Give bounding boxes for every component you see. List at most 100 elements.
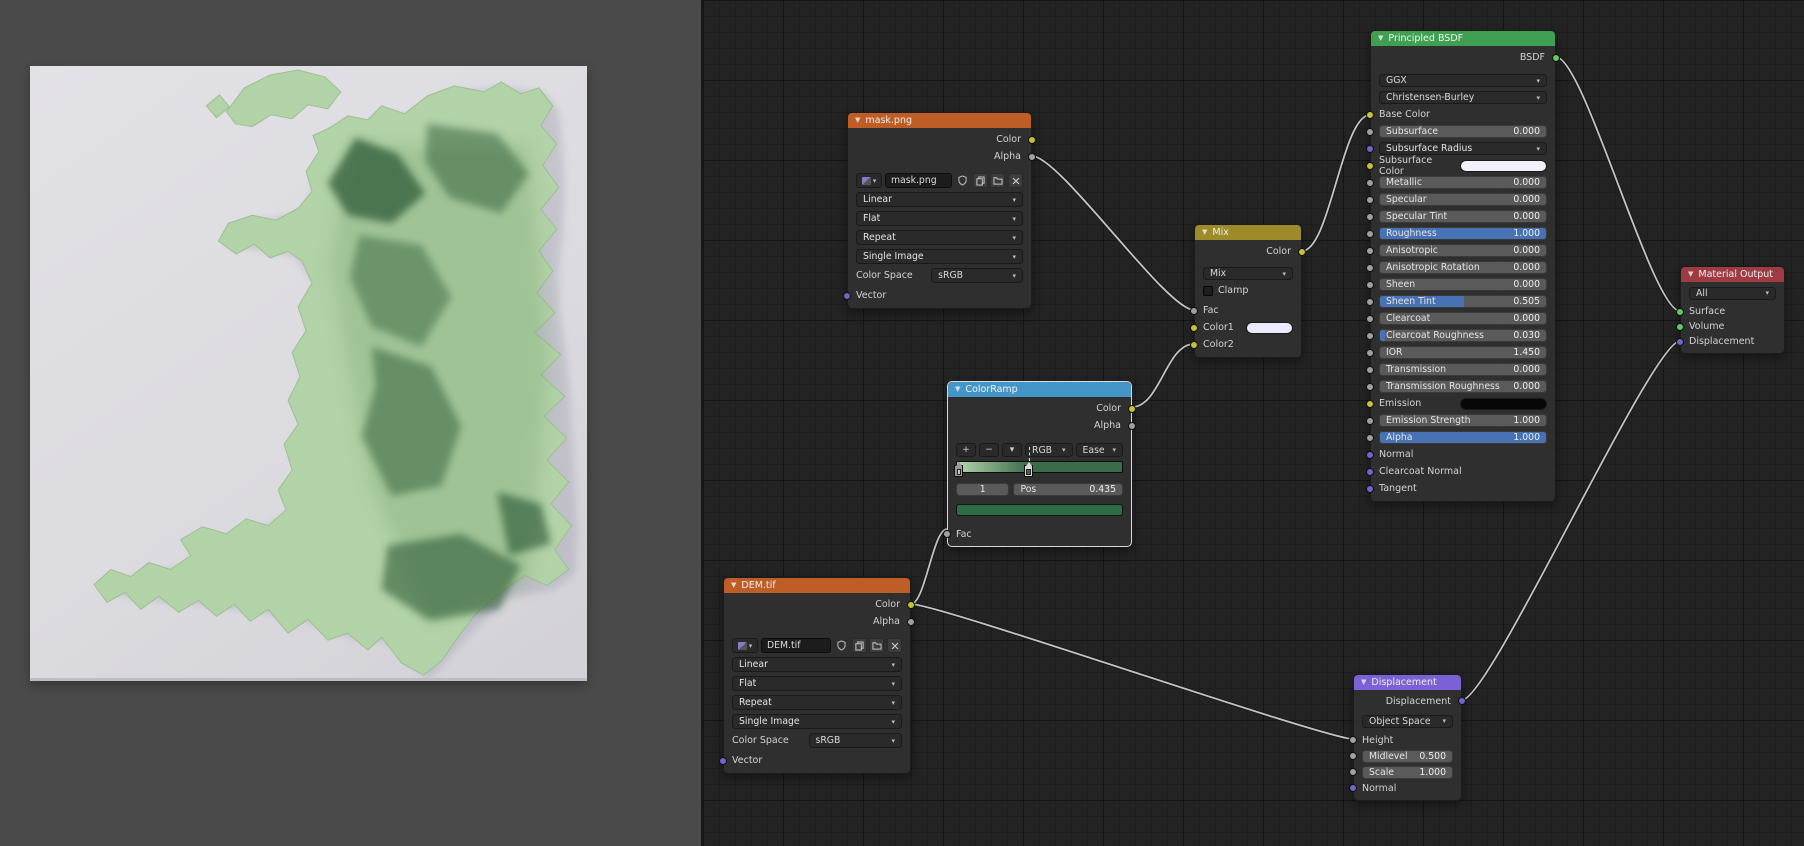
input-socket[interactable] [1366, 212, 1374, 221]
bsdf-param-row[interactable]: Clearcoat Normal Clearcoat Normal▾ [1366, 463, 1547, 480]
input-socket[interactable] [1366, 110, 1374, 119]
texture-setting-dropdown[interactable]: Linear Linear▾ [732, 655, 902, 674]
output-socket-color[interactable] [1298, 247, 1306, 256]
bsdf-param-row[interactable]: Anisotropic Anisotropic0.000▾ [1366, 242, 1547, 259]
output-socket-alpha[interactable] [907, 617, 915, 626]
output-input-row[interactable]: Surface Surface▾ [1676, 304, 1776, 319]
bsdf-param-row[interactable]: Metallic Metallic0.000▾ [1366, 174, 1547, 191]
output-socket-bsdf[interactable] [1552, 53, 1560, 62]
input-socket[interactable] [1366, 416, 1374, 425]
fake-user-shield-icon[interactable] [955, 173, 970, 188]
color-swatch[interactable] [1459, 397, 1547, 410]
input-socket[interactable] [1366, 433, 1374, 442]
input-socket[interactable] [1349, 768, 1357, 776]
output-target-dropdown[interactable]: All ▾ [1689, 286, 1776, 300]
texture-setting-dropdown[interactable]: Repeat Repeat▾ [732, 693, 902, 712]
render-preview-panel[interactable] [0, 0, 703, 846]
mix-input-row[interactable]: Fac Fac▾ [1190, 302, 1293, 319]
node-colorramp[interactable]: ▼ ColorRamp Color Alpha + − ▾ RGB ▾ Ease ▾ [943, 381, 1136, 547]
input-socket[interactable] [1349, 784, 1357, 792]
output-socket-color[interactable] [1128, 404, 1136, 413]
collapse-icon[interactable]: ▼ [1378, 35, 1383, 42]
node-material-output[interactable]: ▼ Material Output All▾ Surface Surface▾ [1676, 266, 1785, 354]
bsdf-param-row[interactable]: Base Color Base Color▾ [1366, 106, 1547, 123]
bsdf-param-row[interactable]: Transmission Transmission0.000▾ [1366, 361, 1547, 378]
output-input-row[interactable]: Displacement Displacement▾ [1676, 334, 1776, 349]
distribution-dropdown[interactable]: GGX ▾ [1379, 74, 1547, 87]
collapse-icon[interactable]: ▼ [855, 117, 860, 124]
bsdf-param-row[interactable]: Sheen Sheen0.000▾ [1366, 276, 1547, 293]
displacement-param-row[interactable]: Midlevel Midlevel0.500▾ [1349, 748, 1453, 764]
input-socket[interactable] [1366, 229, 1374, 238]
node-image-texture-dem[interactable]: ▼ DEM.tif Color Alpha ▾ DEM.tif Linear ▾… [719, 577, 915, 774]
interpolation-dropdown[interactable]: Ease ▾ [1075, 443, 1123, 457]
output-socket-displacement[interactable] [1458, 697, 1466, 705]
input-socket[interactable] [1349, 736, 1357, 744]
input-socket[interactable] [1366, 263, 1374, 272]
texture-setting-dropdown[interactable]: Flat Flat▾ [856, 209, 1023, 228]
node-image-texture-mask[interactable]: ▼ mask.png Color Alpha ▾ mask.png Linear… [843, 112, 1036, 309]
open-image-folder-icon[interactable] [990, 173, 1005, 188]
collapse-icon[interactable]: ▼ [1361, 679, 1366, 686]
input-socket[interactable] [1676, 337, 1684, 346]
bsdf-param-row[interactable]: Normal Normal▾ [1366, 446, 1547, 463]
displacement-param-row[interactable]: Scale Scale1.000▾ [1349, 764, 1453, 780]
bsdf-param-row[interactable]: Anisotropic Rotation Anisotropic Rotatio… [1366, 259, 1547, 276]
node-header[interactable]: ▼ Material Output [1681, 267, 1784, 282]
blend-mode-dropdown[interactable]: Mix ▾ [1203, 267, 1293, 280]
remove-stop-button[interactable]: − [979, 443, 999, 457]
ramp-options-button[interactable]: ▾ [1002, 443, 1022, 457]
add-stop-button[interactable]: + [956, 443, 976, 457]
bsdf-param-row[interactable]: Tangent Tangent▾ [1366, 480, 1547, 497]
node-header[interactable]: ▼ ColorRamp [948, 382, 1131, 397]
input-socket[interactable] [1190, 323, 1198, 332]
input-socket[interactable] [1366, 365, 1374, 374]
displacement-param-row[interactable]: Height Height▾ [1349, 732, 1453, 748]
input-socket[interactable] [1366, 484, 1374, 493]
image-browse-button[interactable]: ▾ [856, 173, 882, 188]
node-header[interactable]: ▼ Principled BSDF [1371, 31, 1555, 46]
texture-setting-dropdown[interactable]: Repeat Repeat▾ [856, 228, 1023, 247]
node-header[interactable]: ▼ Displacement [1354, 675, 1461, 690]
collapse-icon[interactable]: ▼ [1202, 229, 1207, 236]
input-socket[interactable] [1366, 195, 1374, 204]
input-socket[interactable] [1366, 467, 1374, 476]
bsdf-param-row[interactable]: Emission Strength Emission Strength1.000… [1366, 412, 1547, 429]
selected-stop-color-swatch[interactable] [956, 504, 1123, 516]
input-socket[interactable] [1190, 306, 1198, 315]
unlink-image-icon[interactable] [887, 638, 902, 653]
bsdf-param-row[interactable]: IOR IOR1.450▾ [1366, 344, 1547, 361]
input-socket[interactable] [1366, 280, 1374, 289]
input-socket-vector[interactable] [843, 291, 851, 300]
output-socket-alpha[interactable] [1028, 152, 1036, 161]
input-socket-fac[interactable] [943, 530, 951, 538]
bsdf-param-row[interactable]: Transmission Roughness Transmission Roug… [1366, 378, 1547, 395]
texture-setting-dropdown[interactable]: Single Image Single Image▾ [856, 247, 1023, 266]
image-browse-button[interactable]: ▾ [732, 638, 758, 653]
collapse-icon[interactable]: ▼ [731, 582, 736, 589]
color-swatch[interactable] [1459, 159, 1547, 172]
input-socket[interactable] [1366, 178, 1374, 187]
input-socket[interactable] [1366, 348, 1374, 357]
mix-input-row[interactable]: Color2 Color2▾ [1190, 336, 1293, 353]
input-socket[interactable] [1366, 297, 1374, 306]
texture-setting-dropdown[interactable]: Single Image Single Image▾ [732, 712, 902, 731]
duplicate-image-icon[interactable] [973, 173, 988, 188]
space-dropdown[interactable]: Object Space ▾ [1362, 714, 1453, 728]
image-name-field[interactable]: DEM.tif [761, 638, 831, 653]
gradient-bar[interactable] [956, 461, 1123, 473]
displacement-param-row[interactable]: Normal Normal▾ [1349, 780, 1453, 796]
stop-position-slider[interactable]: Pos 0.435 [1013, 483, 1123, 496]
node-principled-bsdf[interactable]: ▼ Principled BSDF BSDF GGX ▾ Christensen-… [1366, 30, 1560, 502]
input-socket[interactable] [1366, 450, 1374, 459]
bsdf-param-row[interactable]: Sheen Tint Sheen Tint0.505▾ [1366, 293, 1547, 310]
bsdf-param-row[interactable]: Clearcoat Roughness Clearcoat Roughness0… [1366, 327, 1547, 344]
open-image-folder-icon[interactable] [869, 638, 884, 653]
bsdf-param-row[interactable]: Roughness Roughness1.000▾ [1366, 225, 1547, 242]
shader-node-editor[interactable]: ▼ mask.png Color Alpha ▾ mask.png Linear… [703, 0, 1804, 846]
fake-user-shield-icon[interactable] [834, 638, 849, 653]
input-socket[interactable] [1190, 340, 1198, 349]
subsurface-method-dropdown[interactable]: Christensen-Burley ▾ [1379, 91, 1547, 104]
node-header[interactable]: ▼ mask.png [848, 113, 1031, 128]
color-mode-dropdown[interactable]: RGB ▾ [1025, 443, 1073, 457]
